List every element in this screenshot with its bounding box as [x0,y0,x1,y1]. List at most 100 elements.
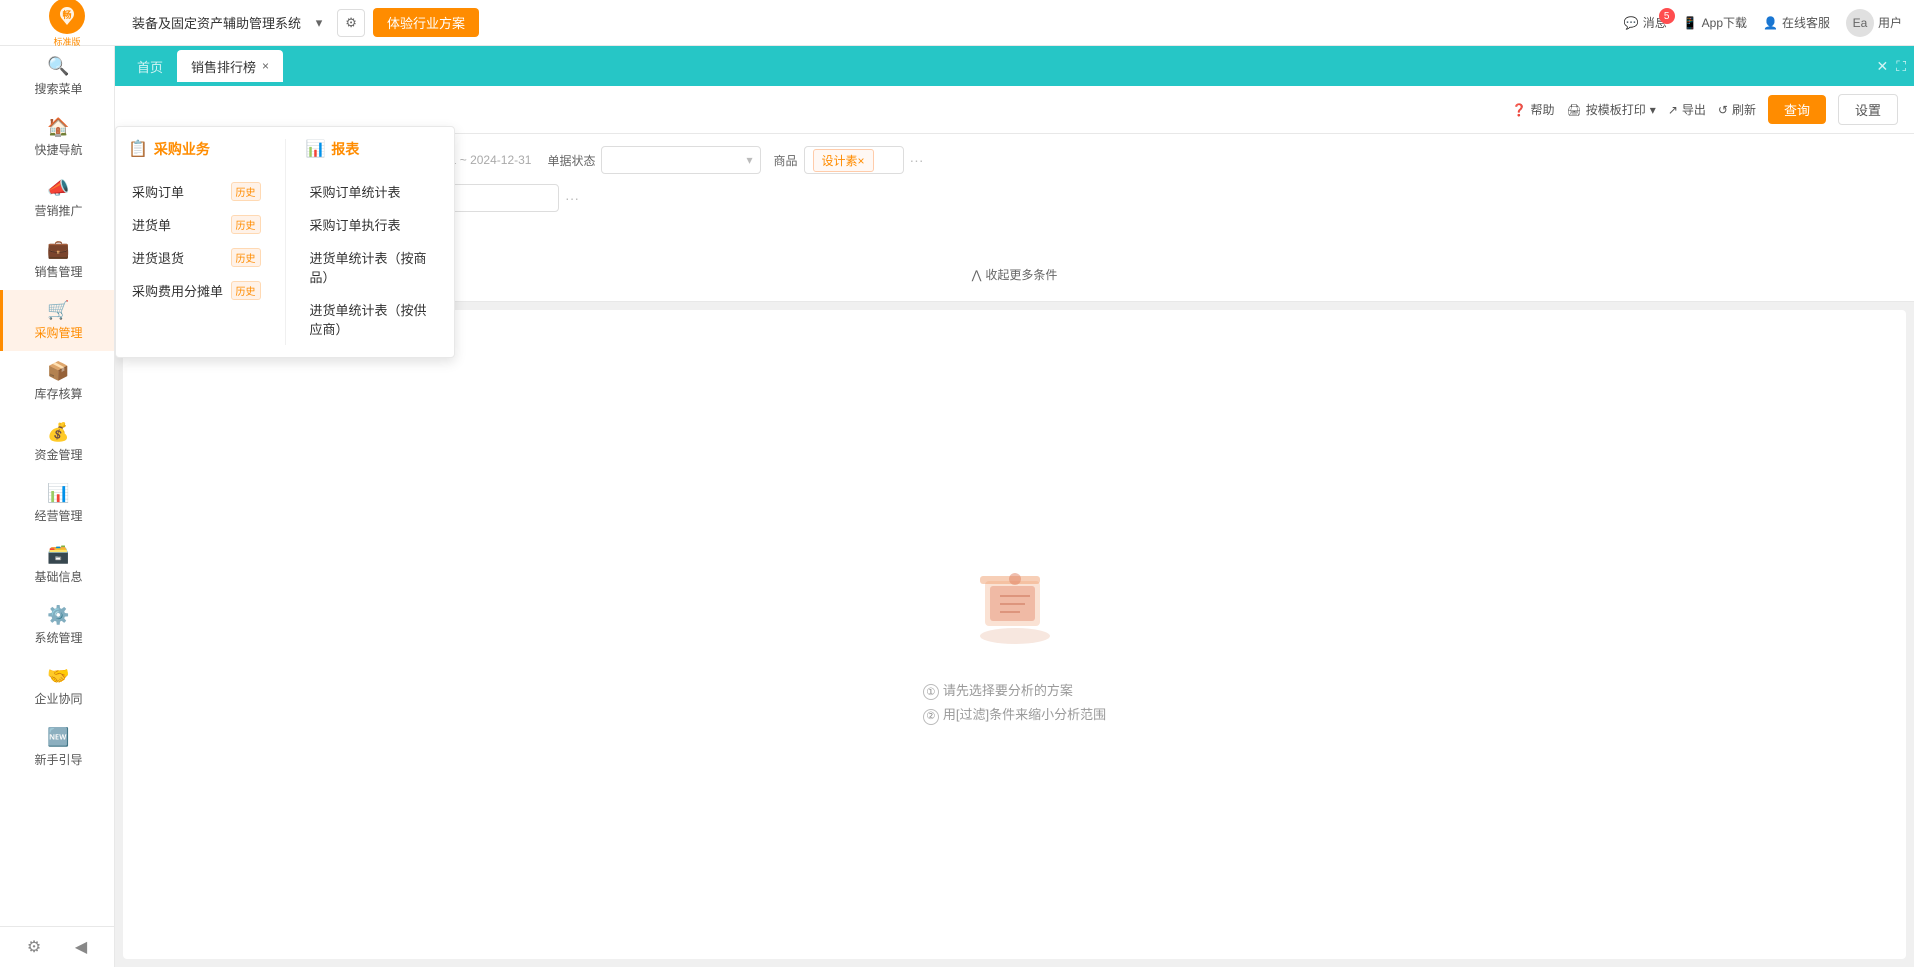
goods-more-btn[interactable]: ··· [910,152,924,168]
expense-label: 采购费用分摊单 [132,281,223,300]
sidebar-item-label-purchase: 采购管理 [34,324,82,341]
return-history[interactable]: 历史 [231,248,261,267]
tab-sales-rank[interactable]: 销售排行榜 × [177,50,283,82]
sidebar-item-base[interactable]: 🗃️ 基础信息 [0,534,114,595]
dropdown-item-return[interactable]: 进货退货 历史 [128,241,265,274]
sidebar-item-finance[interactable]: 💰 资金管理 [0,412,114,473]
export-btn[interactable]: ↗ 导出 [1668,101,1706,118]
export-label: 导出 [1682,101,1706,118]
sidebar-item-label-sales: 销售管理 [34,263,82,280]
topbar-center: 装备及固定资产辅助管理系统 ▾ ⚙ 体验行业方案 [122,8,1624,37]
sidebar-item-label-system: 系统管理 [34,629,82,646]
sidebar-item-marketing[interactable]: 📣 营销推广 [0,168,114,229]
operation-icon: 📊 [47,483,69,504]
expense-history[interactable]: 历史 [231,281,261,300]
content-area: 首页 销售排行榜 × ✕ ⛶ ❓ 帮助 🖨 按模板打印 [115,46,1914,967]
incoming-history[interactable]: 历史 [231,215,261,234]
filter-goods: 商品 设计素× ··· [773,146,923,174]
enterprise-icon: 🤝 [47,666,69,687]
close-window-icon[interactable]: ✕ [1876,58,1888,75]
print-dropdown-icon: ▾ [1650,103,1656,117]
app-download-label: App下载 [1702,14,1747,31]
dropdown-item-order-exec[interactable]: 采购订单执行表 [306,208,443,241]
sidebar-item-operation[interactable]: 📊 经营管理 [0,473,114,534]
sidebar: 🔍 搜索菜单 🏠 快捷导航 📣 营销推广 💼 销售管理 🛒 采购管理 📦 [0,46,115,967]
expand-icon[interactable]: ⛶ [1896,58,1906,75]
export-icon: ↗ [1668,103,1678,117]
dropdown-col-report: 📊 报表 采购订单统计表 采购订单执行表 进货单统计表（按商品） 进货单统计表（… [306,139,443,345]
user-label: 用户 [1878,14,1902,31]
sidebar-item-enterprise[interactable]: 🤝 企业协同 [0,656,114,717]
status-label: 单据状态 [547,152,595,169]
online-service-btn[interactable]: 👤 在线客服 [1763,14,1830,31]
purchase-order-history[interactable]: 历史 [231,182,261,201]
purchase-header-icon: 📋 [128,139,148,159]
purchase-icon: 🛒 [47,300,69,321]
guide-icon: 🆕 [47,727,69,748]
query-btn[interactable]: 查询 [1768,95,1826,124]
sidebar-item-guide[interactable]: 🆕 新手引导 [0,717,114,778]
message-icon: 💬 [1624,16,1639,30]
sidebar-item-quick[interactable]: 🏠 快捷导航 [0,107,114,168]
dropdown-item-expense[interactable]: 采购费用分摊单 历史 [128,274,265,307]
sidebar-footer: ⚙ ◀ [0,926,114,967]
logo-icon: 畅 [49,0,85,34]
logo: 畅 标准版 [12,0,122,48]
content-panel: ❓ 帮助 🖨 按模板打印 ▾ ↗ 导出 ↺ 刷新 查询 设置 [115,86,1914,967]
footer-settings-btn[interactable]: ⚙ [27,937,41,957]
sidebar-item-search[interactable]: 🔍 搜索菜单 [0,46,114,107]
purchase-order-label: 采购订单 [132,182,184,201]
help-btn[interactable]: ❓ 帮助 [1512,101,1555,118]
inventory-icon: 📦 [47,361,69,382]
sidebar-item-label-finance: 资金管理 [34,446,82,463]
status-input[interactable]: ▾ [601,146,761,174]
topbar: 畅 标准版 装备及固定资产辅助管理系统 ▾ ⚙ 体验行业方案 💬 消息 5 📱 … [0,0,1914,46]
dropdown-item-incoming-stat-goods[interactable]: 进货单统计表（按商品） [306,241,443,293]
order-exec-label: 采购订单执行表 [310,215,401,234]
settings-btn[interactable]: ⚙ [337,9,365,37]
dropdown-col-purchase-header: 📋 采购业务 [128,139,265,165]
message-badge: 5 [1659,8,1675,24]
goods-label: 商品 [773,152,797,169]
service-icon: 👤 [1763,16,1778,30]
sidebar-item-purchase[interactable]: 🛒 采购管理 [0,290,114,351]
app-title: 装备及固定资产辅助管理系统 [132,13,301,32]
goods-tag-label: 设计素× [822,152,865,169]
industry-btn[interactable]: 体验行业方案 [373,8,479,37]
dropdown-divider [285,139,286,345]
message-btn[interactable]: 💬 消息 5 [1624,14,1667,31]
settings-btn[interactable]: 设置 [1838,94,1898,125]
avatar: Ea [1846,9,1874,37]
search-icon: 🔍 [47,56,69,77]
sidebar-item-label-search: 搜索菜单 [34,80,82,97]
tab-actions: ✕ ⛶ [1876,58,1906,75]
refresh-btn[interactable]: ↺ 刷新 [1718,101,1756,118]
filter-status: 单据状态 ▾ [547,146,761,174]
tab-home[interactable]: 首页 [123,50,177,82]
salesperson-more-btn[interactable]: ··· [565,190,579,206]
sidebar-item-inventory[interactable]: 📦 库存核算 [0,351,114,412]
tab-home-label: 首页 [137,57,163,76]
print-btn[interactable]: 🖨 按模板打印 ▾ [1567,101,1656,118]
app-download-btn[interactable]: 📱 App下载 [1683,14,1747,31]
dropdown-item-purchase-order[interactable]: 采购订单 历史 [128,175,265,208]
goods-input[interactable]: 设计素× [804,146,904,174]
incoming-stat-supplier-label: 进货单统计表（按供应商） [310,300,439,338]
phone-icon: 📱 [1683,16,1698,30]
dropdown-item-incoming[interactable]: 进货单 历史 [128,208,265,241]
dropdown-item-order-stat[interactable]: 采购订单统计表 [306,175,443,208]
title-dropdown-btn[interactable]: ▾ [309,13,329,33]
sidebar-item-label-operation: 经营管理 [34,507,82,524]
tab-close-btn[interactable]: × [262,59,269,73]
sidebar-item-system[interactable]: ⚙️ 系统管理 [0,595,114,656]
empty-state: ①请先选择要分析的方案 ②用[过滤]条件来缩小分析范围 [123,310,1906,959]
refresh-label: 刷新 [1732,101,1756,118]
status-dropdown-icon: ▾ [746,153,752,167]
dropdown-item-incoming-stat-supplier[interactable]: 进货单统计表（按供应商） [306,293,443,345]
main-layout: 🔍 搜索菜单 🏠 快捷导航 📣 营销推广 💼 销售管理 🛒 采购管理 📦 [0,46,1914,967]
footer-collapse-btn[interactable]: ◀ [75,937,87,957]
base-icon: 🗃️ [47,544,69,565]
print-icon: 🖨 [1567,103,1582,117]
sidebar-item-sales[interactable]: 💼 销售管理 [0,229,114,290]
user-btn[interactable]: Ea 用户 [1846,9,1902,37]
